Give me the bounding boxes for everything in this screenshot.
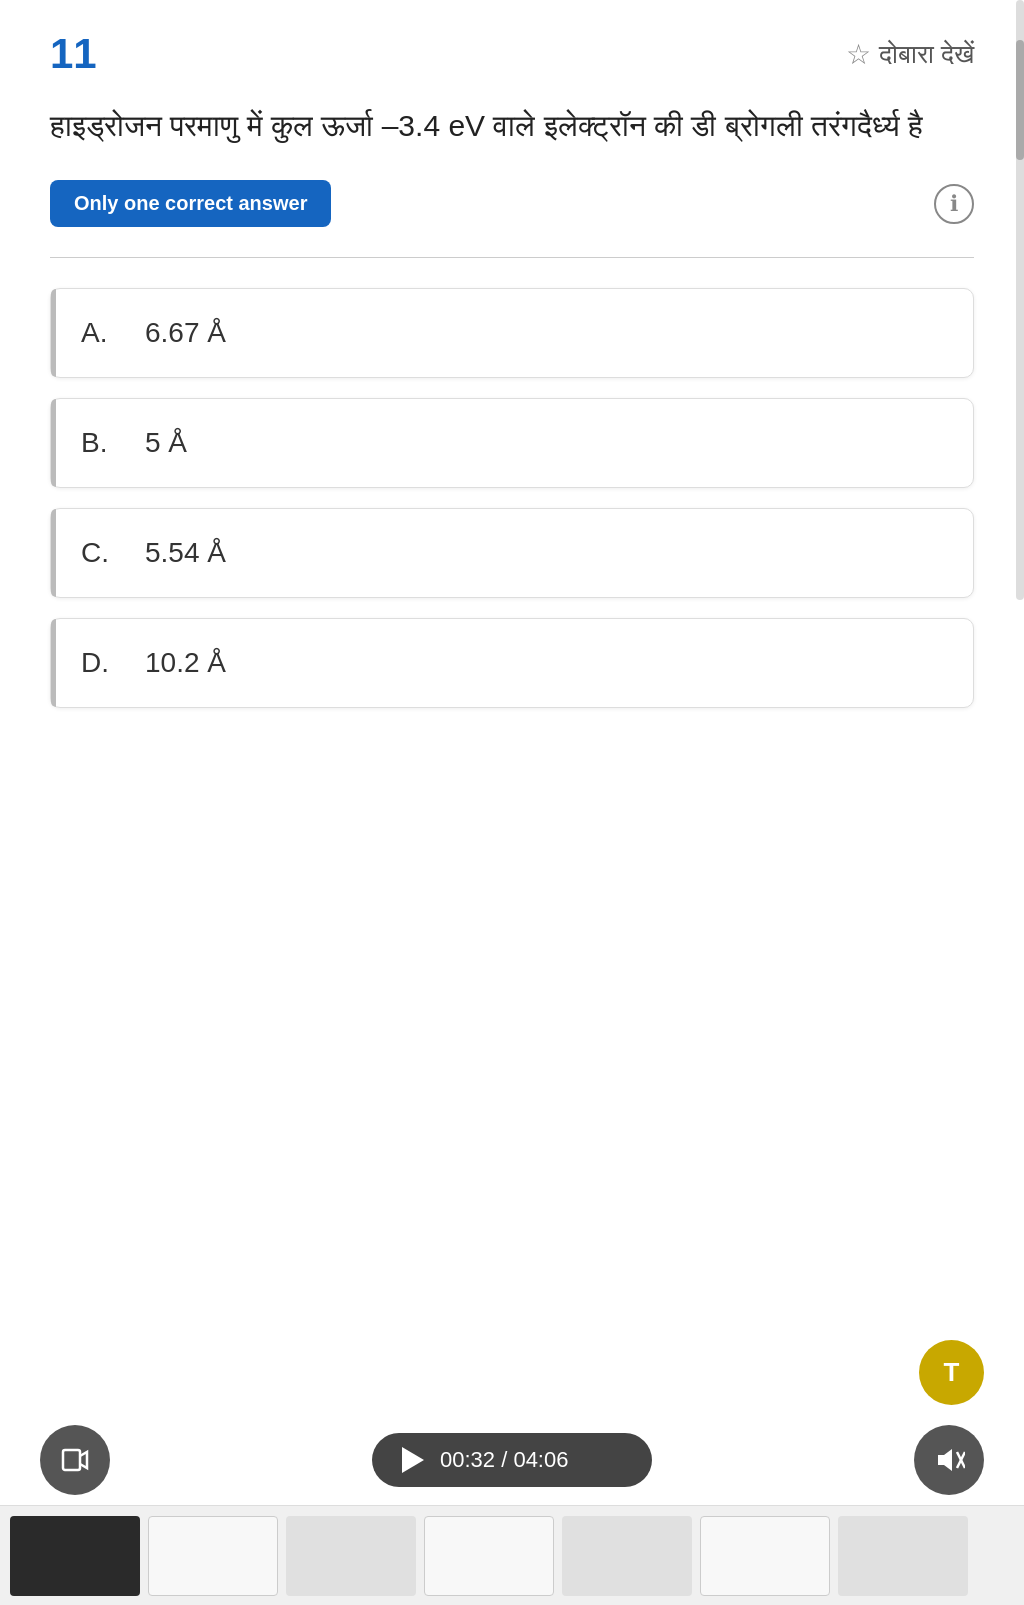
thumbnail-2[interactable] xyxy=(148,1516,278,1596)
option-b-text: 5 Å xyxy=(145,427,187,459)
review-label: दोबारा देखें xyxy=(879,39,974,70)
options-container: A. 6.67 Å B. 5 Å C. 5.54 Å D. 10.2 Å xyxy=(50,288,974,708)
scrollbar-thumb[interactable] xyxy=(1016,40,1024,160)
mute-button[interactable] xyxy=(914,1425,984,1495)
thumbnail-7[interactable] xyxy=(838,1516,968,1596)
divider xyxy=(50,257,974,258)
star-icon: ☆ xyxy=(846,38,871,71)
scrollbar[interactable] xyxy=(1016,0,1024,600)
option-b[interactable]: B. 5 Å xyxy=(50,398,974,488)
media-controls: 00:32 / 04:06 xyxy=(0,1425,1024,1495)
thumbnail-3[interactable] xyxy=(286,1516,416,1596)
answer-type-section: Only one correct answer ℹ xyxy=(50,180,974,227)
media-time: 00:32 / 04:06 xyxy=(440,1447,568,1473)
thumbnail-1[interactable] xyxy=(10,1516,140,1596)
option-c[interactable]: C. 5.54 Å xyxy=(50,508,974,598)
option-d[interactable]: D. 10.2 Å xyxy=(50,618,974,708)
option-d-text: 10.2 Å xyxy=(145,647,226,679)
question-number: 11 xyxy=(50,30,97,78)
info-icon[interactable]: ℹ xyxy=(934,184,974,224)
answer-type-badge: Only one correct answer xyxy=(50,180,331,227)
option-a-label: A. xyxy=(81,317,121,349)
play-button[interactable] xyxy=(402,1447,424,1473)
thumbnail-6[interactable] xyxy=(700,1516,830,1596)
play-icon xyxy=(402,1447,424,1473)
review-button[interactable]: ☆ दोबारा देखें xyxy=(846,38,974,71)
thumbnail-5[interactable] xyxy=(562,1516,692,1596)
option-c-label: C. xyxy=(81,537,121,569)
option-b-label: B. xyxy=(81,427,121,459)
option-c-text: 5.54 Å xyxy=(145,537,226,569)
svg-rect-0 xyxy=(63,1450,80,1470)
question-text: हाइड्रोजन परमाणु में कुल ऊर्जा –3.4 eV व… xyxy=(50,102,974,150)
thumbnails-strip xyxy=(0,1505,1024,1605)
video-toggle-button[interactable] xyxy=(40,1425,110,1495)
thumbnail-4[interactable] xyxy=(424,1516,554,1596)
option-a-text: 6.67 Å xyxy=(145,317,226,349)
option-d-label: D. xyxy=(81,647,121,679)
translate-button[interactable]: T xyxy=(919,1340,984,1405)
option-a[interactable]: A. 6.67 Å xyxy=(50,288,974,378)
play-bar: 00:32 / 04:06 xyxy=(372,1433,652,1487)
question-header: 11 ☆ दोबारा देखें xyxy=(50,30,974,78)
